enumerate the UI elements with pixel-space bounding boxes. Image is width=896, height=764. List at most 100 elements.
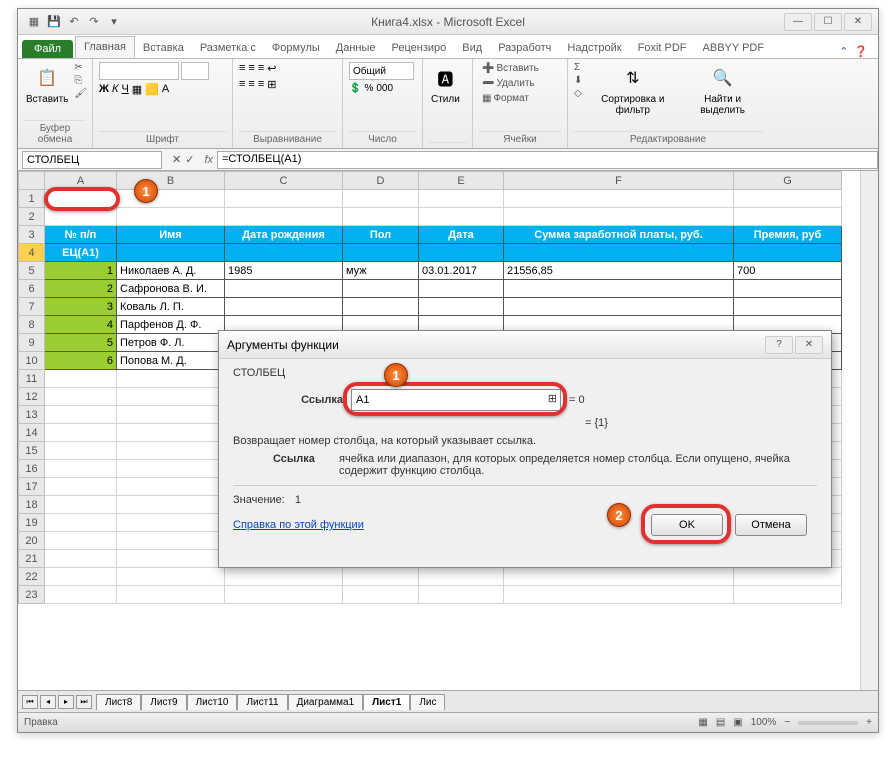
cell[interactable] xyxy=(343,568,419,586)
cell[interactable] xyxy=(734,568,842,586)
name-box[interactable]: СТОЛБЕЦ xyxy=(22,151,162,169)
tab-review[interactable]: Рецензиро xyxy=(384,38,455,58)
row-header[interactable]: 20 xyxy=(18,532,45,550)
cell[interactable] xyxy=(225,280,343,298)
row-header[interactable]: 17 xyxy=(18,478,45,496)
cell[interactable] xyxy=(419,244,504,262)
cell[interactable] xyxy=(45,496,117,514)
ok-button[interactable]: OK xyxy=(651,514,723,536)
row-header[interactable]: 3 xyxy=(18,226,45,244)
align-right-icon[interactable]: ≡ xyxy=(258,78,264,91)
merge-icon[interactable]: ⊞ xyxy=(267,78,276,91)
cell[interactable] xyxy=(343,244,419,262)
col-c[interactable]: C xyxy=(225,171,343,190)
cell[interactable] xyxy=(734,586,842,604)
cell[interactable] xyxy=(419,298,504,316)
dialog-titlebar[interactable]: Аргументы функции ? ✕ xyxy=(219,331,831,359)
range-picker-icon[interactable]: ⊞ xyxy=(548,392,557,405)
row-header[interactable]: 15 xyxy=(18,442,45,460)
font-size-input[interactable] xyxy=(181,62,209,80)
row-header[interactable]: 14 xyxy=(18,424,45,442)
zoom-in-icon[interactable]: + xyxy=(866,717,872,728)
cell[interactable] xyxy=(419,280,504,298)
zoom-out-icon[interactable]: − xyxy=(784,717,790,728)
row-header[interactable]: 13 xyxy=(18,406,45,424)
cell[interactable] xyxy=(734,280,842,298)
cell[interactable]: Парфенов Д. Ф. xyxy=(117,316,225,334)
align-bot-icon[interactable]: ≡ xyxy=(258,62,264,75)
find-button[interactable]: 🔍Найти и выделить xyxy=(683,62,762,131)
cell[interactable] xyxy=(117,478,225,496)
cell[interactable] xyxy=(117,550,225,568)
align-mid-icon[interactable]: ≡ xyxy=(248,62,254,75)
cell[interactable]: Попова М. Д. xyxy=(117,352,225,370)
row-header[interactable]: 19 xyxy=(18,514,45,532)
row-header[interactable]: 22 xyxy=(18,568,45,586)
undo-icon[interactable]: ↶ xyxy=(66,14,82,30)
tab-formulas[interactable]: Формулы xyxy=(264,38,328,58)
cell[interactable] xyxy=(504,586,734,604)
row-header[interactable]: 2 xyxy=(18,208,45,226)
cell[interactable] xyxy=(45,208,117,226)
wrap-icon[interactable]: ↩ xyxy=(267,62,276,75)
currency-icon[interactable]: 💲 xyxy=(349,83,361,94)
row-header[interactable]: 5 xyxy=(18,262,45,280)
sheet-tab[interactable]: Диаграмма1 xyxy=(288,694,364,710)
col-d[interactable]: D xyxy=(343,171,419,190)
align-center-icon[interactable]: ≡ xyxy=(248,78,254,91)
cell[interactable] xyxy=(734,244,842,262)
cell[interactable] xyxy=(45,586,117,604)
cell[interactable] xyxy=(225,244,343,262)
fill-color-icon[interactable]: 🟨 xyxy=(145,83,159,96)
zoom-level[interactable]: 100% xyxy=(751,717,777,728)
cell[interactable] xyxy=(225,586,343,604)
close-button[interactable]: ✕ xyxy=(844,13,872,31)
cancel-button[interactable]: Отмена xyxy=(735,514,807,536)
row-header[interactable]: 23 xyxy=(18,586,45,604)
sheet-tab[interactable]: Лист10 xyxy=(187,694,238,710)
delete-cells-button[interactable]: ➖Удалить xyxy=(479,77,542,90)
cell[interactable] xyxy=(419,568,504,586)
tab-insert[interactable]: Вставка xyxy=(135,38,192,58)
view-normal-icon[interactable]: ▦ xyxy=(698,717,707,728)
tab-prev-icon[interactable]: ◂ xyxy=(40,695,56,709)
help-icon[interactable]: ❓ xyxy=(854,45,868,58)
cell[interactable]: Сумма заработной платы, руб. xyxy=(504,226,734,244)
cell[interactable] xyxy=(419,190,504,208)
cut-icon[interactable]: ✂ xyxy=(74,62,87,73)
paste-button[interactable]: 📋 Вставить xyxy=(24,62,70,120)
zoom-slider[interactable] xyxy=(798,721,858,725)
cell[interactable] xyxy=(734,298,842,316)
maximize-button[interactable]: ☐ xyxy=(814,13,842,31)
sheet-tab[interactable]: Лист11 xyxy=(237,694,287,710)
tab-addins[interactable]: Надстройк xyxy=(559,38,629,58)
bold-button[interactable]: Ж xyxy=(99,83,109,96)
format-cells-button[interactable]: ▦Формат xyxy=(479,92,542,105)
align-left-icon[interactable]: ≡ xyxy=(239,78,245,91)
cell[interactable] xyxy=(45,568,117,586)
sheet-tab[interactable]: Лист8 xyxy=(96,694,141,710)
cell[interactable] xyxy=(117,586,225,604)
cell[interactable] xyxy=(117,460,225,478)
copy-icon[interactable]: ⎘ xyxy=(74,75,87,86)
row-header[interactable]: 10 xyxy=(18,352,45,370)
cell[interactable] xyxy=(45,460,117,478)
underline-button[interactable]: Ч xyxy=(121,83,128,96)
clear-icon[interactable]: ◇ xyxy=(574,88,582,99)
fx-icon[interactable]: fx xyxy=(200,154,217,166)
row-header[interactable]: 18 xyxy=(18,496,45,514)
minimize-ribbon-icon[interactable]: ⌃ xyxy=(839,45,848,58)
font-name-input[interactable] xyxy=(99,62,179,80)
cell[interactable]: 03.01.2017 xyxy=(419,262,504,280)
cell[interactable]: Сафронова В. И. xyxy=(117,280,225,298)
cell[interactable] xyxy=(117,406,225,424)
view-layout-icon[interactable]: ▤ xyxy=(716,717,725,728)
tab-data[interactable]: Данные xyxy=(328,38,384,58)
cell[interactable]: 6 xyxy=(45,352,117,370)
sheet-tab[interactable]: Лист9 xyxy=(141,694,186,710)
cell[interactable]: Пол xyxy=(343,226,419,244)
italic-button[interactable]: К xyxy=(112,83,118,96)
cell[interactable] xyxy=(225,568,343,586)
cell[interactable]: Петров Ф. Л. xyxy=(117,334,225,352)
row-header[interactable]: 11 xyxy=(18,370,45,388)
